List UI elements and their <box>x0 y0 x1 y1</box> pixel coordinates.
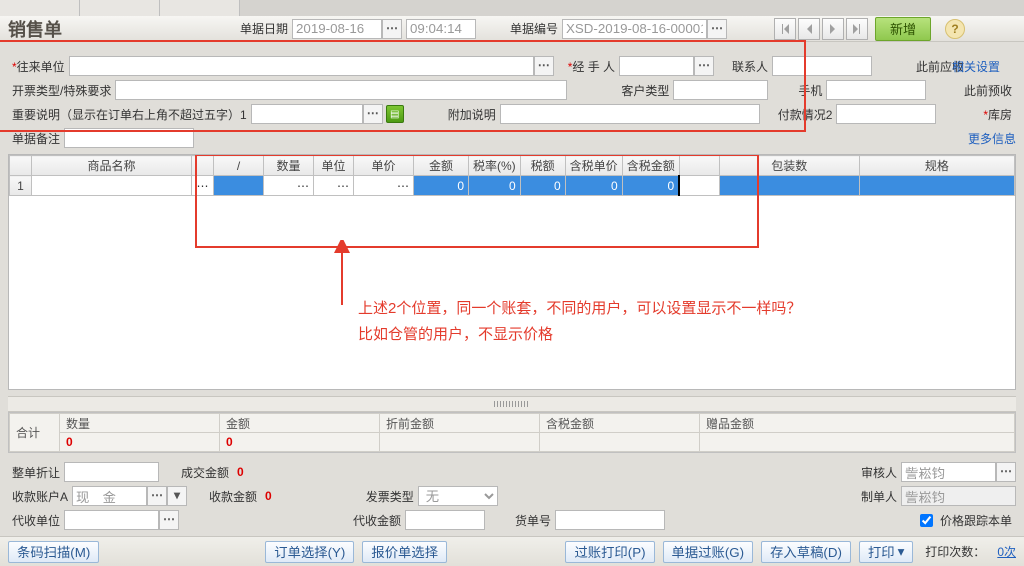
nav-prev-button[interactable] <box>798 18 820 40</box>
help-icon[interactable]: ? <box>945 19 965 39</box>
dots-cell[interactable]: ⋯ <box>192 176 214 196</box>
reviewer-input[interactable] <box>901 462 996 482</box>
order-select-button[interactable]: 订单选择(Y) <box>265 541 354 563</box>
remark-label: 单据备注 <box>8 130 64 147</box>
contact-input[interactable] <box>772 56 872 76</box>
cust-type-input[interactable] <box>673 80 768 100</box>
handler-picker-btn[interactable]: ⋯ <box>694 56 714 76</box>
contact-label: 联系人 <box>728 58 772 75</box>
annotation-arrow <box>327 240 357 310</box>
recv-value: 0 <box>265 489 272 503</box>
price-track-label: 价格跟踪本单 <box>936 512 1016 529</box>
dots-cell[interactable]: ⋯ <box>264 176 314 196</box>
invoice-label: 开票类型/特殊要求 <box>8 82 115 99</box>
nav-next-button[interactable] <box>822 18 844 40</box>
quote-select-button[interactable]: 报价单选择 <box>362 541 447 563</box>
note-picker-btn[interactable]: ⋯ <box>363 104 383 124</box>
note-label: 重要说明（显示在订单右上角不超过五字）1 <box>8 106 251 123</box>
line-item-grid[interactable]: 商品名称 / 数量 单位 单价 金额 税率(%) 税额 含税单价 含税金额 包装… <box>8 154 1016 390</box>
agent-amt-input[interactable] <box>405 510 485 530</box>
agent-picker-btn[interactable]: ⋯ <box>159 510 179 530</box>
barcode-scan-button[interactable]: 条码扫描(M) <box>8 541 99 563</box>
discount-label: 整单折让 <box>8 464 64 481</box>
docno-label: 单据编号 <box>506 20 562 37</box>
annotation-text: 上述2个位置，同一个账套，不同的用户，可以设置显示不一样吗？ 比如仓管的用户，不… <box>358 296 801 347</box>
phone-label: 手机 <box>794 82 826 99</box>
pay-label: 付款情况2 <box>774 106 837 123</box>
page-title: 销售单 <box>0 16 236 42</box>
acct-label: 收款账户A <box>8 488 72 505</box>
doc-date-input[interactable] <box>292 19 382 39</box>
acct-input[interactable] <box>72 486 147 506</box>
dots-cell[interactable]: ⋯ <box>354 176 414 196</box>
agent-input[interactable] <box>64 510 159 530</box>
print-count-label: 打印次数： <box>921 543 989 560</box>
reviewer-label: 审核人 <box>857 464 901 481</box>
dots-cell[interactable]: ⋯ <box>314 176 354 196</box>
acct-dropdown-btn[interactable]: ▾ <box>167 486 187 506</box>
cust-type-label: 客户类型 <box>617 82 673 99</box>
date-label: 单据日期 <box>236 20 292 37</box>
acct-picker-btn[interactable]: ⋯ <box>147 486 167 506</box>
tab-strip <box>0 0 1024 16</box>
phone-input[interactable] <box>826 80 926 100</box>
tab-item[interactable] <box>160 0 240 16</box>
agent-label: 代收单位 <box>8 512 64 529</box>
catalog-icon[interactable]: ▤ <box>386 105 404 123</box>
deal-label: 成交金额 <box>177 464 233 481</box>
nav-last-button[interactable] <box>846 18 868 40</box>
discount-input[interactable] <box>64 462 159 482</box>
invoice-input[interactable] <box>115 80 567 100</box>
print-count-link[interactable]: 0次 <box>997 543 1016 560</box>
docno-picker-btn[interactable]: ⋯ <box>707 19 727 39</box>
party-input[interactable] <box>69 56 534 76</box>
deal-value: 0 <box>237 465 244 479</box>
recv-label: 收款金额 <box>205 488 261 505</box>
prepay-label: 此前预收 <box>960 82 1016 99</box>
warehouse-label: 库房 <box>979 106 1016 123</box>
party-label: 往来单位 <box>8 58 69 75</box>
chevron-down-icon: ▾ <box>898 544 905 560</box>
agent-amt-label: 代收金额 <box>349 512 405 529</box>
attach-label: 附加说明 <box>444 106 500 123</box>
freight-input[interactable] <box>555 510 665 530</box>
maker-label: 制单人 <box>857 488 901 505</box>
doc-time-input[interactable] <box>406 19 476 39</box>
inv-type-label: 发票类型 <box>362 488 418 505</box>
grid-row[interactable]: 1 ⋯ ⋯ ⋯ ⋯ 0 0 0 0 0 <box>10 176 1015 196</box>
post-print-button[interactable]: 过账打印(P) <box>565 541 654 563</box>
more-info-link[interactable]: 更多信息 <box>968 130 1016 147</box>
save-draft-button[interactable]: 存入草稿(D) <box>761 541 851 563</box>
pay-input[interactable] <box>836 104 936 124</box>
nav-first-button[interactable] <box>774 18 796 40</box>
handler-label: 经 手 人 <box>564 58 619 75</box>
inv-type-select[interactable]: 无 <box>418 486 498 506</box>
docno-input[interactable] <box>562 19 707 39</box>
tab-item[interactable] <box>80 0 160 16</box>
freight-label: 货单号 <box>511 512 555 529</box>
totals-panel: 合计 数量 金额 折前金额 含税金额 赠品金额 0 0 <box>8 412 1016 453</box>
reviewer-picker-btn[interactable]: ⋯ <box>996 462 1016 482</box>
grid-header-row: 商品名称 / 数量 单位 单价 金额 税率(%) 税额 含税单价 含税金额 包装… <box>10 156 1015 176</box>
party-picker-btn[interactable]: ⋯ <box>534 56 554 76</box>
post-button[interactable]: 单据过账(G) <box>663 541 754 563</box>
handler-input[interactable] <box>619 56 694 76</box>
remark-input[interactable] <box>64 128 194 148</box>
date-picker-btn[interactable]: ⋯ <box>382 19 402 39</box>
price-track-checkbox[interactable] <box>920 514 933 527</box>
maker-input <box>901 486 1016 506</box>
attach-input[interactable] <box>500 104 760 124</box>
new-button[interactable]: 新增 <box>875 17 931 41</box>
related-settings-link[interactable]: 相关设置 <box>952 58 1000 75</box>
note-input[interactable] <box>251 104 363 124</box>
resize-grip[interactable] <box>8 396 1016 412</box>
print-button[interactable]: 打印▾ <box>859 541 913 563</box>
tab-item[interactable] <box>0 0 80 16</box>
